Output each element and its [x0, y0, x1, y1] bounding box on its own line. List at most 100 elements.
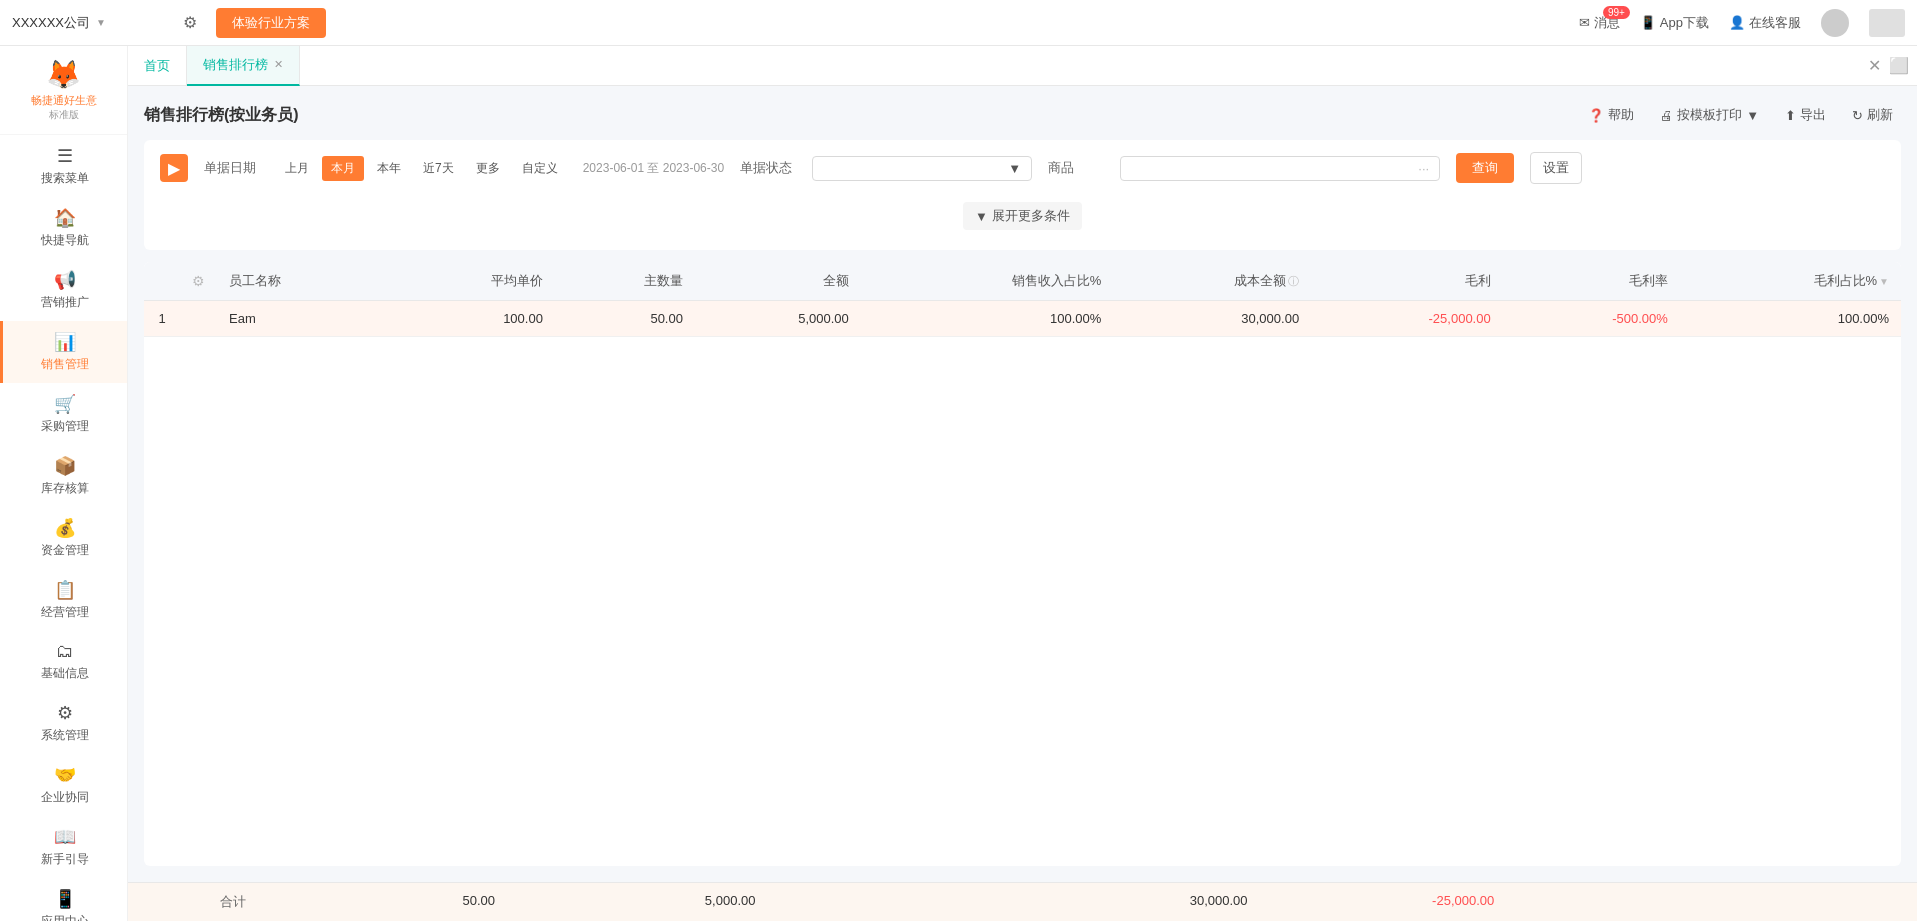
tab-sales-rank[interactable]: 销售排行榜 ✕ — [187, 46, 300, 86]
refresh-label: 刷新 — [1867, 106, 1893, 124]
expand-more-button[interactable]: ▼ 展开更多条件 — [963, 202, 1082, 230]
sidebar-label-basic: 基础信息 — [41, 665, 89, 682]
th-settings[interactable]: ⚙ — [180, 262, 217, 301]
message-button[interactable]: ✉ 消息 99+ — [1579, 14, 1620, 32]
page-content: 销售排行榜(按业务员) ❓ 帮助 🖨 按模板打印 ▼ ⬆ 导出 — [128, 86, 1917, 882]
sidebar-label-finance: 资金管理 — [41, 542, 89, 559]
sidebar-item-enterprise[interactable]: 🤝 企业协同 — [0, 754, 127, 816]
status-select-arrow: ▼ — [1008, 161, 1021, 176]
template-print-label: 按模板打印 — [1677, 106, 1742, 124]
sidebar-item-shortcut[interactable]: 🏠 快捷导航 — [0, 197, 127, 259]
tab-restore-button[interactable]: ⬜ — [1889, 56, 1909, 75]
footer-gross: -25,000.00 — [1432, 893, 1494, 908]
header-right: ✉ 消息 99+ 📱 App下载 👤 在线客服 — [1579, 9, 1905, 37]
logo-text: 畅捷通好生意 — [31, 93, 97, 108]
cell-gross-pct: 100.00% — [1680, 301, 1901, 337]
tab-home-label: 首页 — [144, 57, 170, 75]
app-download-icon: 📱 — [1640, 15, 1656, 30]
refresh-icon: ↻ — [1852, 108, 1863, 123]
cell-qty: 50.00 — [555, 301, 695, 337]
sidebar-item-sales[interactable]: 📊 销售管理 — [0, 321, 127, 383]
th-cost: 成本全额ⓘ — [1113, 262, 1311, 301]
sidebar-item-inventory[interactable]: 📦 库存核算 — [0, 445, 127, 507]
cell-settings — [180, 301, 217, 337]
help-button[interactable]: ❓ 帮助 — [1580, 102, 1642, 128]
th-name: 员工名称 — [217, 262, 386, 301]
refresh-button[interactable]: ↻ 刷新 — [1844, 102, 1901, 128]
company-name: XXXXXX公司 — [12, 14, 90, 32]
cell-amount: 5,000.00 — [695, 301, 861, 337]
expand-more-label: 展开更多条件 — [992, 207, 1070, 225]
tab-close-all-button[interactable]: ✕ — [1868, 56, 1881, 75]
sales-icon: 📊 — [54, 331, 76, 353]
sidebar-item-finance[interactable]: 💰 资金管理 — [0, 507, 127, 569]
status-select[interactable]: ▼ — [812, 156, 1032, 181]
search-menu-icon: ☰ — [57, 145, 73, 167]
sidebar-item-purchase[interactable]: 🛒 采购管理 — [0, 383, 127, 445]
content-area: 首页 销售排行榜 ✕ ✕ ⬜ 销售排行榜(按业务员) ❓ 帮助 — [128, 46, 1917, 921]
online-service-button[interactable]: 👤 在线客服 — [1729, 14, 1801, 32]
app-download-label: App下载 — [1660, 14, 1709, 32]
date-btn-thisyear[interactable]: 本年 — [368, 156, 410, 181]
data-table: ⚙ 员工名称 平均单价 主数量 全额 销售收入占比% 成本全额ⓘ 毛利 毛利率 — [144, 262, 1901, 337]
filter-expand-arrow[interactable]: ▶ — [160, 154, 188, 182]
export-button[interactable]: ⬆ 导出 — [1777, 102, 1834, 128]
main-layout: 🦊 畅捷通好生意 标准版 ☰ 搜索菜单 🏠 快捷导航 📢 营销推广 📊 销售管理… — [0, 46, 1917, 921]
settings-button[interactable]: 设置 — [1530, 152, 1582, 184]
date-btn-custom[interactable]: 自定义 — [513, 156, 567, 181]
tab-home[interactable]: 首页 — [128, 46, 187, 86]
sidebar-label-operations: 经营管理 — [41, 604, 89, 621]
template-print-button[interactable]: 🖨 按模板打印 ▼ — [1652, 102, 1767, 128]
sidebar-label-guide: 新手引导 — [41, 851, 89, 868]
app-download-button[interactable]: 📱 App下载 — [1640, 14, 1709, 32]
footer-label-cell: 合计 — [208, 893, 450, 911]
header-gear-button[interactable]: ⚙ — [176, 9, 204, 37]
sidebar-item-operations[interactable]: 📋 经营管理 — [0, 569, 127, 631]
export-label: 导出 — [1800, 106, 1826, 124]
top-header: XXXXXX公司 ▼ ⚙ 体验行业方案 ✉ 消息 99+ 📱 App下载 👤 在… — [0, 0, 1917, 46]
cell-sales-pct: 100.00% — [861, 301, 1113, 337]
sidebar-item-basic[interactable]: 🗂 基础信息 — [0, 631, 127, 692]
sidebar-item-guide[interactable]: 📖 新手引导 — [0, 816, 127, 878]
gross-pct-sort-icon[interactable]: ▼ — [1879, 276, 1889, 287]
date-btn-lastmonth[interactable]: 上月 — [276, 156, 318, 181]
avatar[interactable] — [1821, 9, 1849, 37]
sidebar-item-apps[interactable]: 📱 应用中心 — [0, 878, 127, 921]
goods-input[interactable]: ··· — [1120, 156, 1440, 181]
footer-spacer — [935, 893, 1177, 911]
company-selector[interactable]: XXXXXX公司 ▼ — [12, 14, 172, 32]
marketing-icon: 📢 — [54, 269, 76, 291]
sidebar-item-system[interactable]: ⚙ 系统管理 — [0, 692, 127, 754]
th-gross-rate: 毛利率 — [1503, 262, 1680, 301]
th-avg-price: 平均单价 — [386, 262, 555, 301]
footer-qty: 50.00 — [462, 893, 495, 908]
print-icon: 🖨 — [1660, 108, 1673, 123]
logo-icon: 🦊 — [46, 58, 81, 91]
tab-sales-rank-label: 销售排行榜 — [203, 56, 268, 74]
trial-button[interactable]: 体验行业方案 — [216, 8, 326, 38]
date-range: 2023-06-01 至 2023-06-30 — [583, 160, 724, 177]
sidebar-item-search[interactable]: ☰ 搜索菜单 — [0, 135, 127, 197]
tab-bar-right: ✕ ⬜ — [1868, 56, 1917, 75]
footer-qty-cell: 50.00 — [450, 893, 692, 911]
date-btn-thismonth[interactable]: 本月 — [322, 156, 364, 181]
home-icon: 🏠 — [54, 207, 76, 229]
sidebar-label-enterprise: 企业协同 — [41, 789, 89, 806]
date-btn-7days[interactable]: 近7天 — [414, 156, 463, 181]
th-sales-pct: 销售收入占比% — [861, 262, 1113, 301]
sidebar-item-marketing[interactable]: 📢 营销推广 — [0, 259, 127, 321]
status-label: 单据状态 — [740, 159, 796, 177]
th-rank — [144, 262, 180, 301]
expand-more-row: ▼ 展开更多条件 — [160, 194, 1885, 238]
footer-amount: 5,000.00 — [705, 893, 756, 908]
tab-close-icon[interactable]: ✕ — [274, 58, 283, 71]
online-service-label: 在线客服 — [1749, 14, 1801, 32]
th-gross-pct: 毛利占比%▼ — [1680, 262, 1901, 301]
table-settings-icon[interactable]: ⚙ — [192, 273, 205, 289]
date-btn-more[interactable]: 更多 — [467, 156, 509, 181]
table-footer: 合计 50.00 5,000.00 30,000.00 -25,000.00 — [128, 882, 1917, 921]
user-name-placeholder — [1869, 9, 1905, 37]
online-service-icon: 👤 — [1729, 15, 1745, 30]
query-button[interactable]: 查询 — [1456, 153, 1514, 183]
cost-info-icon[interactable]: ⓘ — [1288, 275, 1299, 287]
